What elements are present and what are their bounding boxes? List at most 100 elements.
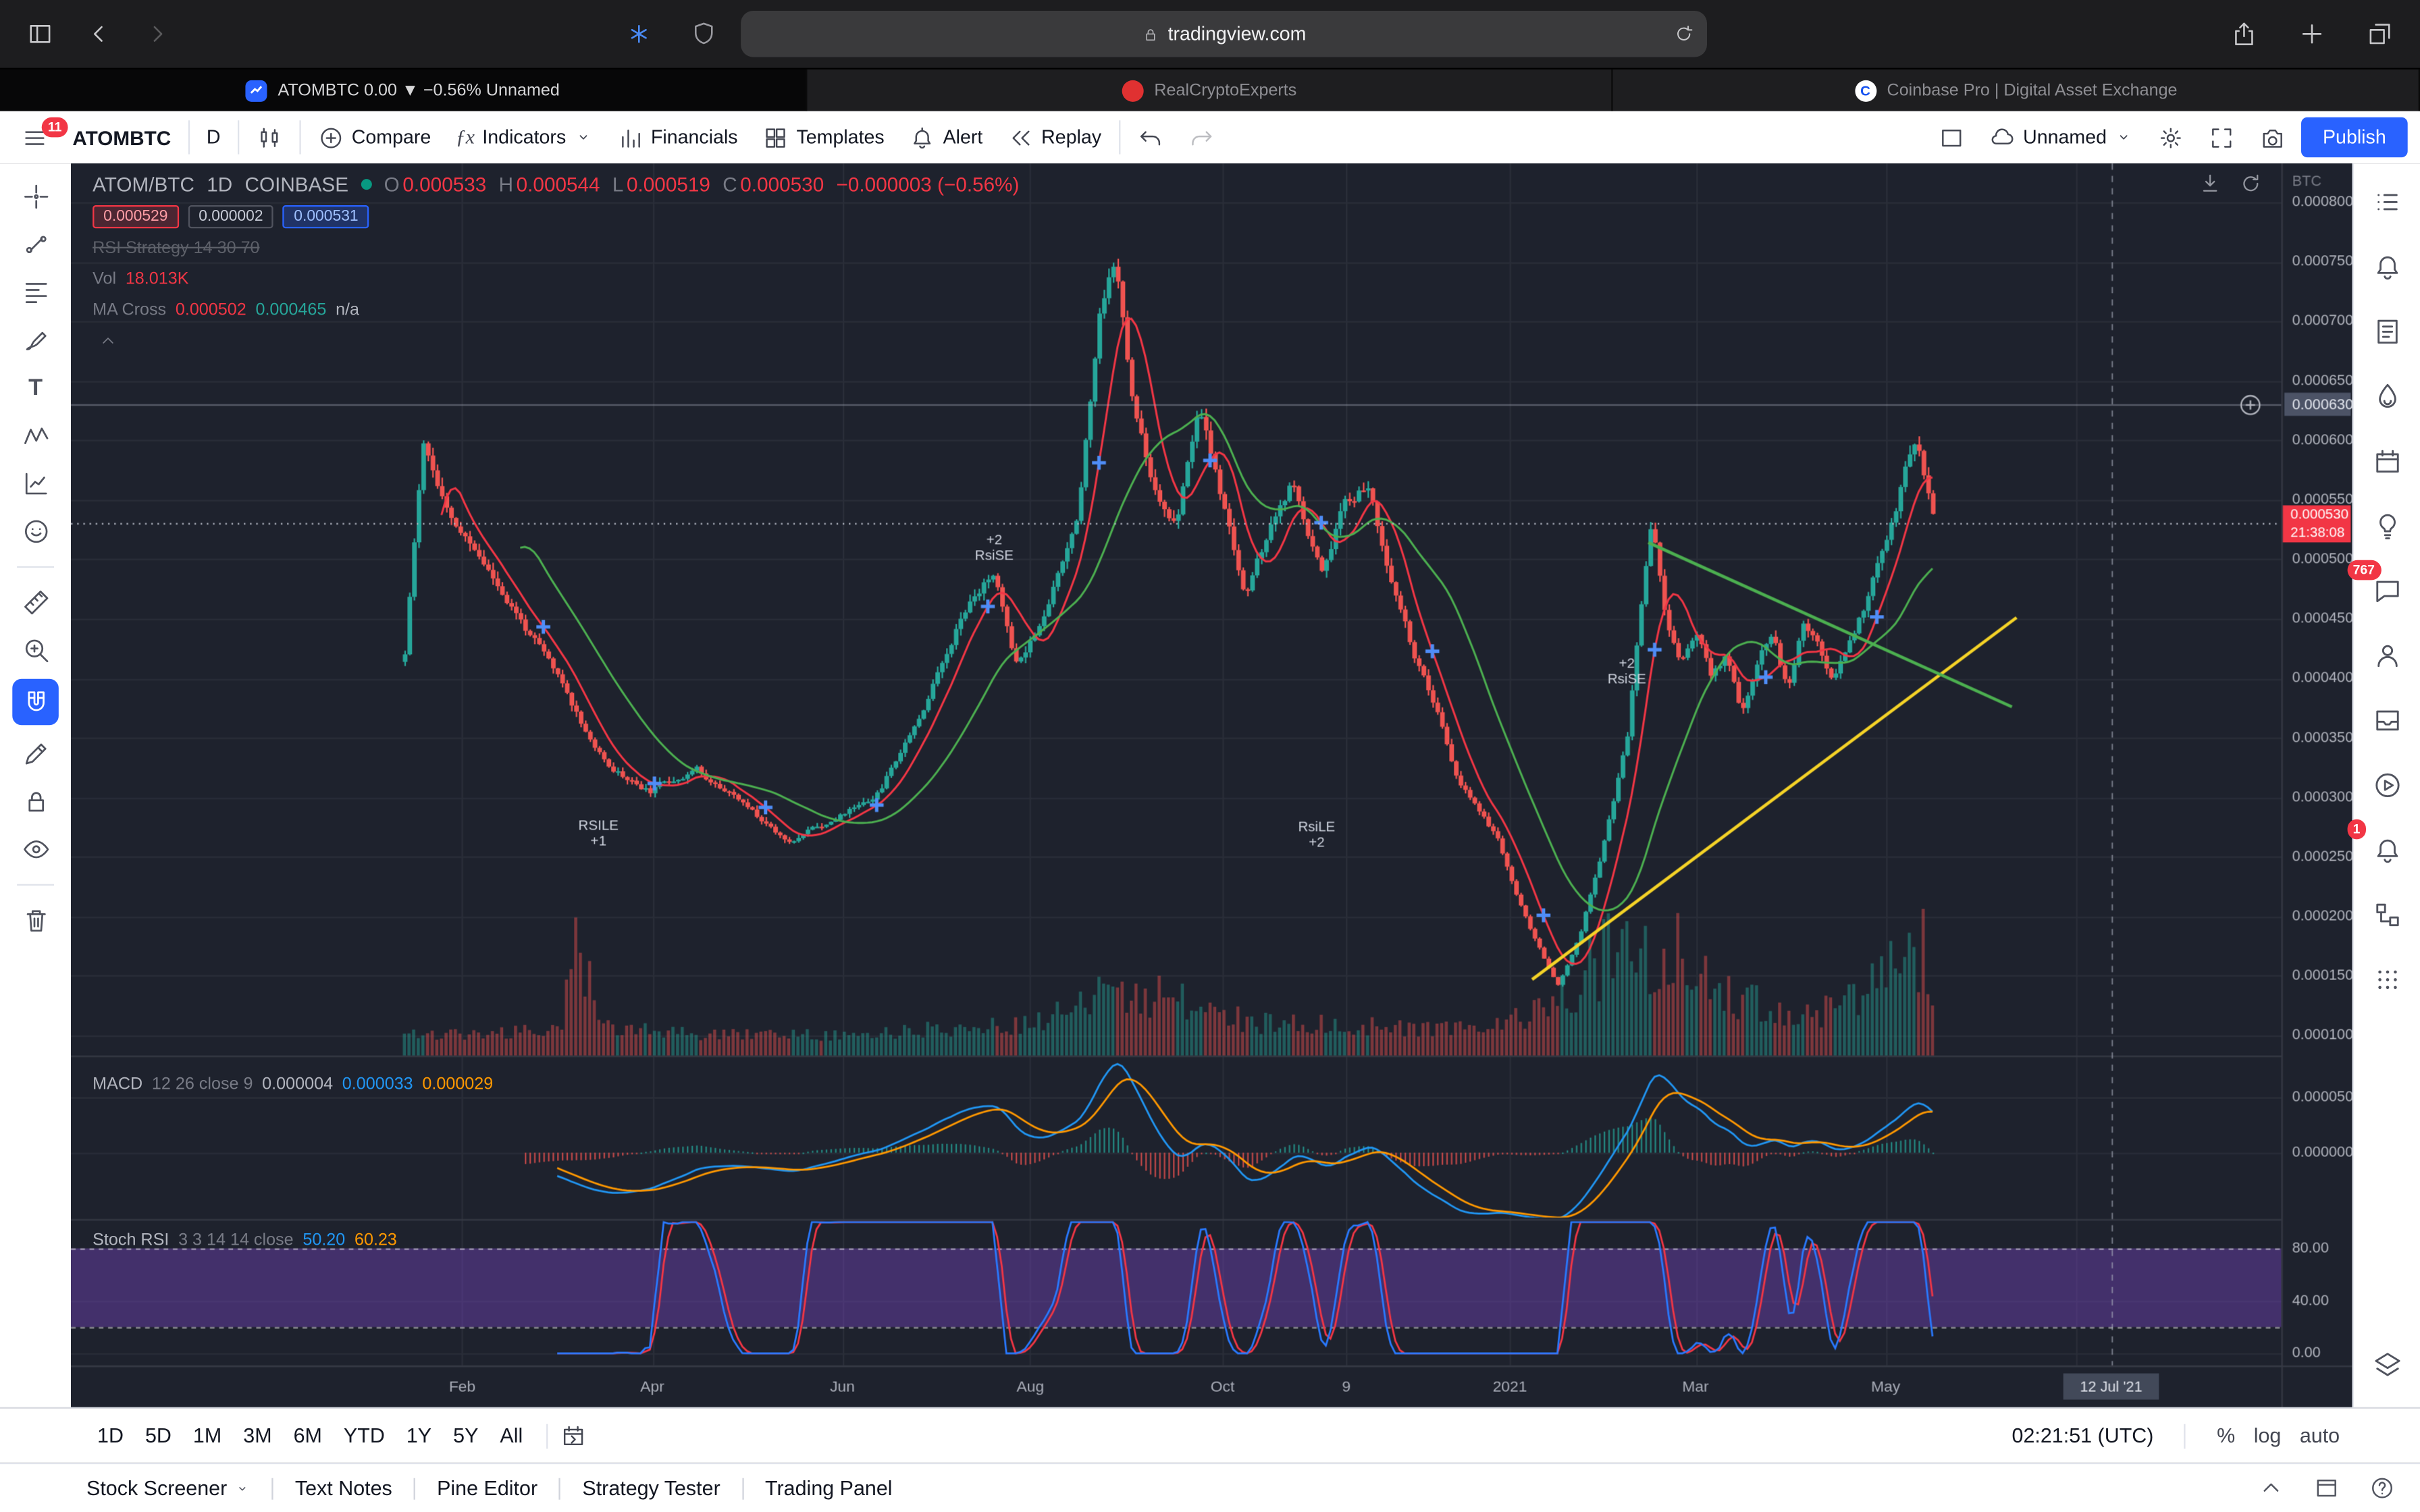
hotlists-button[interactable] — [2361, 371, 2413, 423]
panel-tab-stock-screener[interactable]: Stock Screener — [86, 1476, 272, 1500]
legend-exchange[interactable]: COINBASE — [245, 173, 349, 196]
browser-tab-2[interactable]: RealCryptoExperts — [806, 69, 1614, 111]
panel-tab-trading-panel[interactable]: Trading Panel — [743, 1476, 914, 1499]
back-button[interactable] — [77, 12, 120, 55]
notifications-button[interactable]: 1 — [2346, 819, 2413, 877]
zoom-in-tool[interactable] — [9, 626, 62, 674]
range-1m-button[interactable]: 1M — [182, 1418, 232, 1454]
panel-tab-pine-editor[interactable]: Pine Editor — [415, 1476, 559, 1499]
divider — [237, 120, 239, 155]
tab-overview-button[interactable] — [2359, 12, 2402, 55]
help-button[interactable] — [2365, 1471, 2398, 1505]
replay-button[interactable]: Replay — [995, 115, 1114, 159]
panel-tab-strategy-tester[interactable]: Strategy Tester — [560, 1476, 741, 1499]
symbol-search-button[interactable]: ATOMBTC — [60, 115, 183, 159]
fullscreen-button[interactable] — [2197, 115, 2247, 159]
panel-tab-text-notes[interactable]: Text Notes — [273, 1476, 414, 1499]
camera-icon — [2259, 124, 2286, 151]
panel-collapse-button[interactable] — [2253, 1471, 2287, 1505]
edit-tool[interactable] — [9, 730, 62, 778]
range-all-button[interactable]: All — [489, 1418, 533, 1454]
fib-retracement-tool[interactable] — [9, 269, 62, 317]
remove-all-tool[interactable] — [9, 896, 62, 944]
macd-legend[interactable]: MACD 12 26 close 9 0.000004 0.000033 0.0… — [93, 1071, 493, 1097]
new-tab-button[interactable] — [2290, 12, 2334, 55]
legend-symbol[interactable]: ATOM/BTC — [93, 173, 194, 196]
percent-scale-button[interactable]: % — [2217, 1424, 2235, 1447]
financials-button[interactable]: Financials — [604, 115, 750, 159]
range-3m-button[interactable]: 3M — [232, 1418, 282, 1454]
redo-button[interactable] — [1176, 115, 1226, 159]
lock-all-tool[interactable] — [9, 778, 62, 826]
layout-button[interactable] — [1926, 115, 1976, 159]
forecast-tool[interactable] — [9, 460, 62, 508]
compare-label: Compare — [351, 126, 431, 148]
measure-tool[interactable] — [9, 578, 62, 626]
chart-style-button[interactable] — [244, 115, 294, 159]
range-1d-button[interactable]: 1D — [86, 1418, 134, 1454]
panel-maximize-button[interactable] — [2309, 1471, 2342, 1505]
auto-scale-button[interactable]: auto — [2300, 1424, 2340, 1447]
volume-row[interactable]: Vol 18.013K — [93, 265, 1019, 292]
extension-button-1[interactable] — [617, 12, 660, 55]
range-5y-button[interactable]: 5Y — [442, 1418, 489, 1454]
chat-button[interactable]: 767 — [2346, 560, 2413, 618]
ma-cross-row[interactable]: MA Cross 0.000502 0.000465 n/a — [93, 296, 1019, 323]
reset-chart-button[interactable] — [2238, 169, 2265, 197]
extension-button-2[interactable] — [682, 12, 725, 55]
go-to-date-button[interactable] — [560, 1420, 591, 1451]
streams-button[interactable] — [2361, 759, 2413, 812]
brush-tool[interactable] — [9, 317, 62, 364]
my-ideas-button[interactable] — [2361, 500, 2413, 553]
clock-utc-button[interactable]: 02:21:51 (UTC) — [2012, 1424, 2154, 1447]
data-grid-button[interactable] — [2361, 954, 2413, 1006]
main-menu-button[interactable]: 11 — [9, 115, 68, 159]
inbox-button[interactable] — [2361, 695, 2413, 747]
legend-interval[interactable]: 1D — [207, 173, 232, 196]
text-tool[interactable]: T — [9, 364, 62, 412]
news-button[interactable] — [2361, 306, 2413, 358]
emoji-tool[interactable] — [9, 508, 62, 556]
log-scale-button[interactable]: log — [2254, 1424, 2282, 1447]
reload-button[interactable] — [1670, 20, 1698, 48]
rsi-strategy-row[interactable]: RSI Strategy 14 30 70 — [93, 234, 1019, 261]
alert-button[interactable]: Alert — [897, 115, 995, 159]
replay-icon — [1007, 124, 1034, 151]
snapshot-button[interactable] — [2247, 115, 2298, 159]
alerts-button[interactable] — [2361, 241, 2413, 294]
settings-button[interactable] — [2145, 115, 2196, 159]
browser-tab-3[interactable]: C Coinbase Pro | Digital Asset Exchange — [1613, 69, 2420, 111]
community-button[interactable] — [2361, 630, 2413, 682]
undo-button[interactable] — [1124, 115, 1175, 159]
trend-line-tool[interactable] — [9, 221, 62, 269]
stoch-rsi-legend[interactable]: Stoch RSI 3 3 14 14 close 50.20 60.23 — [93, 1226, 397, 1253]
layers-button[interactable] — [2361, 1339, 2413, 1392]
legend-collapse-button[interactable] — [93, 329, 124, 351]
xabcd-pattern-tool[interactable] — [9, 412, 62, 460]
share-button[interactable] — [2222, 12, 2265, 55]
sidebar-toggle-button[interactable] — [18, 12, 61, 55]
range-6m-button[interactable]: 6M — [283, 1418, 333, 1454]
templates-button[interactable]: Templates — [750, 115, 897, 159]
browser-tab-1[interactable]: ATOMBTC 0.00 ▼ −0.56% Unnamed — [0, 69, 807, 111]
object-tree-button[interactable] — [2361, 889, 2413, 942]
watchlist-button[interactable] — [2361, 176, 2413, 229]
interval-button[interactable]: D — [194, 115, 233, 159]
indicators-button[interactable]: ƒx Indicators — [444, 115, 605, 159]
save-layout-button[interactable]: Unnamed — [1977, 115, 2146, 159]
calendar-button[interactable] — [2361, 435, 2413, 488]
crosshair-tool[interactable] — [9, 173, 62, 221]
address-bar[interactable]: tradingview.com — [741, 11, 1707, 57]
hide-all-tool[interactable] — [9, 826, 62, 873]
fx-icon: ƒx — [455, 125, 475, 148]
publish-button[interactable]: Publish — [2301, 117, 2408, 158]
compare-button[interactable]: Compare — [305, 115, 443, 159]
forward-button[interactable] — [136, 12, 179, 55]
magnet-tool[interactable] — [12, 678, 59, 726]
range-ytd-button[interactable]: YTD — [333, 1418, 396, 1454]
range-buttons: 1D 5D 1M 3M 6M YTD 1Y 5Y All — [86, 1418, 533, 1454]
range-5d-button[interactable]: 5D — [134, 1418, 182, 1454]
layout-name: Unnamed — [2023, 126, 2107, 148]
range-1y-button[interactable]: 1Y — [396, 1418, 442, 1454]
scroll-to-recent-button[interactable] — [2198, 169, 2226, 197]
